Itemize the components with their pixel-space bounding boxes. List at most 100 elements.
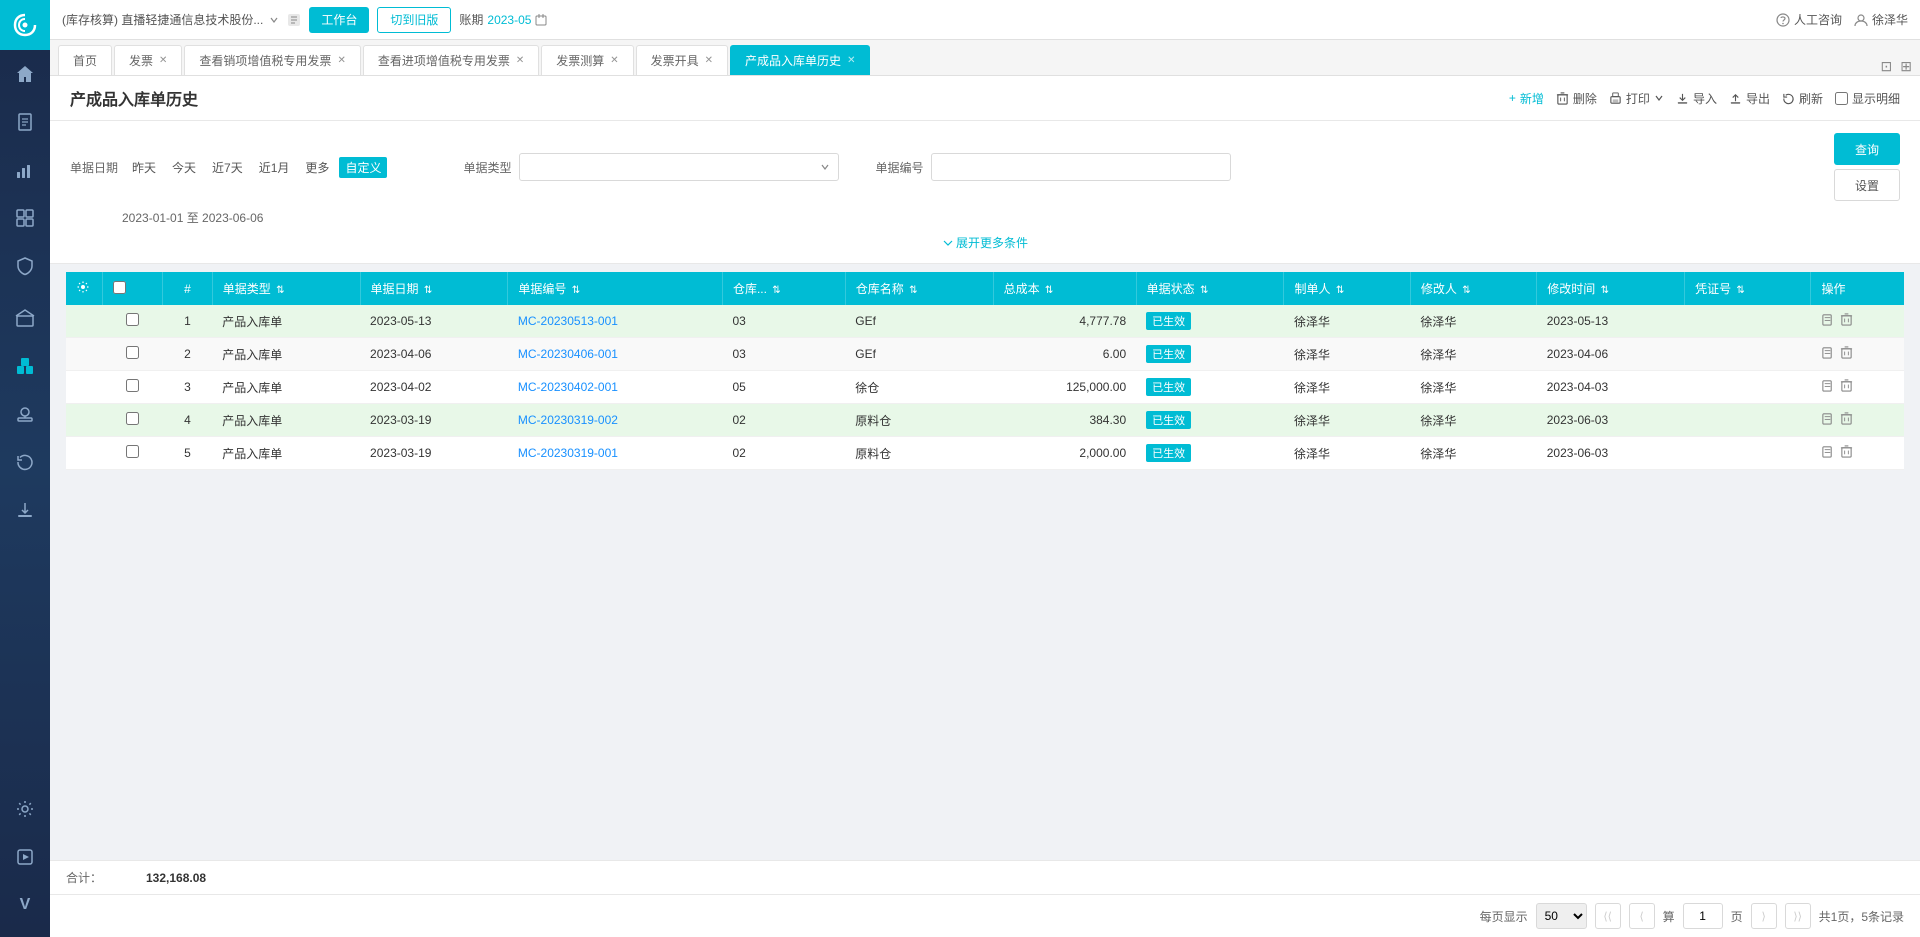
- row-edit-icon[interactable]: [1821, 445, 1834, 461]
- sidebar-item-grid[interactable]: [0, 194, 50, 242]
- row-number-link[interactable]: MC-20230406-001: [518, 347, 618, 361]
- tab-maximize-icon[interactable]: ⊞: [1900, 58, 1912, 75]
- type-select[interactable]: [519, 153, 839, 181]
- display-toggle-checkbox[interactable]: [1835, 92, 1848, 105]
- date-btn-yesterday[interactable]: 昨天: [126, 157, 162, 178]
- tab-input-vat[interactable]: 查看进项增值税专用发票 ✕: [363, 45, 539, 75]
- select-all-checkbox[interactable]: [113, 281, 126, 294]
- th-type[interactable]: 单据类型 ⇅: [212, 272, 360, 305]
- th-settings[interactable]: [66, 272, 102, 305]
- row-settings[interactable]: [66, 338, 102, 371]
- query-button[interactable]: 查询: [1834, 133, 1900, 165]
- row-edit-icon[interactable]: [1821, 313, 1834, 329]
- page-first-button[interactable]: ⟨⟨: [1595, 903, 1621, 929]
- row-number-link[interactable]: MC-20230513-001: [518, 314, 618, 328]
- tab-sales-vat[interactable]: 查看销项增值税专用发票 ✕: [184, 45, 360, 75]
- row-delete-icon[interactable]: [1840, 412, 1853, 428]
- tab-invoice[interactable]: 发票 ✕: [114, 45, 182, 75]
- tab-input-vat-close[interactable]: ✕: [516, 55, 524, 66]
- row-number[interactable]: MC-20230402-001: [508, 371, 723, 404]
- th-warehouse-name[interactable]: 仓库名称 ⇅: [845, 272, 993, 305]
- sidebar-item-warehouse[interactable]: [0, 294, 50, 342]
- workspace-button[interactable]: 工作台: [309, 7, 369, 33]
- tab-invoice-calc-close[interactable]: ✕: [610, 55, 618, 66]
- row-settings[interactable]: [66, 437, 102, 470]
- tab-invoice-open-close[interactable]: ✕: [705, 55, 713, 66]
- row-edit-icon[interactable]: [1821, 346, 1834, 362]
- sidebar-item-v[interactable]: V: [0, 881, 50, 929]
- row-checkbox[interactable]: [102, 338, 163, 371]
- page-size-select[interactable]: 50 20 100: [1536, 903, 1587, 929]
- tab-minimize-icon[interactable]: ⊡: [1881, 58, 1893, 75]
- set-button[interactable]: 设置: [1834, 169, 1900, 201]
- sidebar-item-stamp[interactable]: [0, 390, 50, 438]
- date-btn-today[interactable]: 今天: [166, 157, 202, 178]
- tab-product-in[interactable]: 产成品入库单历史 ✕: [730, 45, 870, 75]
- tab-invoice-open[interactable]: 发票开具 ✕: [636, 45, 728, 75]
- row-number[interactable]: MC-20230513-001: [508, 305, 723, 338]
- row-edit-icon[interactable]: [1821, 379, 1834, 395]
- date-btn-1month[interactable]: 近1月: [253, 157, 296, 178]
- support-item[interactable]: 人工咨询: [1776, 11, 1842, 28]
- date-btn-7days[interactable]: 近7天: [206, 157, 249, 178]
- sidebar-item-shield[interactable]: [0, 242, 50, 290]
- tab-home[interactable]: 首页: [58, 45, 112, 75]
- export-button[interactable]: 导出: [1729, 90, 1770, 107]
- sidebar-item-chart[interactable]: [0, 146, 50, 194]
- sidebar-item-refresh[interactable]: [0, 438, 50, 486]
- row-checkbox[interactable]: [102, 305, 163, 338]
- th-total-cost[interactable]: 总成本 ⇅: [993, 272, 1136, 305]
- th-warehouse-code[interactable]: 仓库... ⇅: [722, 272, 845, 305]
- th-creator[interactable]: 制单人 ⇅: [1284, 272, 1410, 305]
- refresh-button[interactable]: 刷新: [1782, 90, 1823, 107]
- row-number-link[interactable]: MC-20230319-002: [518, 413, 618, 427]
- th-date[interactable]: 单据日期 ⇅: [360, 272, 508, 305]
- display-toggle[interactable]: 显示明细: [1835, 90, 1900, 107]
- row-checkbox[interactable]: [102, 371, 163, 404]
- row-settings[interactable]: [66, 371, 102, 404]
- tab-invoice-close[interactable]: ✕: [159, 55, 167, 66]
- row-number[interactable]: MC-20230406-001: [508, 338, 723, 371]
- th-status[interactable]: 单据状态 ⇅: [1136, 272, 1284, 305]
- th-checkbox[interactable]: [102, 272, 163, 305]
- row-number-link[interactable]: MC-20230319-001: [518, 446, 618, 460]
- th-number[interactable]: 单据编号 ⇅: [508, 272, 723, 305]
- tab-sales-vat-close[interactable]: ✕: [337, 55, 345, 66]
- print-button[interactable]: 打印: [1609, 90, 1664, 107]
- switch-version-button[interactable]: 切到旧版: [377, 7, 451, 33]
- date-btn-more[interactable]: 更多: [299, 157, 335, 178]
- row-settings[interactable]: [66, 404, 102, 437]
- row-edit-icon[interactable]: [1821, 412, 1834, 428]
- page-next-button[interactable]: ⟩: [1751, 903, 1777, 929]
- th-voucher[interactable]: 凭证号 ⇅: [1685, 272, 1811, 305]
- row-delete-icon[interactable]: [1840, 346, 1853, 362]
- import-button[interactable]: 导入: [1676, 90, 1717, 107]
- row-settings[interactable]: [66, 305, 102, 338]
- page-last-button[interactable]: ⟩⟩: [1785, 903, 1811, 929]
- row-number[interactable]: MC-20230319-001: [508, 437, 723, 470]
- user-item[interactable]: 徐泽华: [1854, 11, 1908, 28]
- sidebar-item-gear[interactable]: [0, 785, 50, 833]
- page-number-input[interactable]: [1683, 903, 1723, 929]
- row-delete-icon[interactable]: [1840, 313, 1853, 329]
- row-number[interactable]: MC-20230319-002: [508, 404, 723, 437]
- new-button[interactable]: + 新增: [1509, 90, 1544, 107]
- sidebar-item-download[interactable]: [0, 486, 50, 534]
- row-checkbox[interactable]: [102, 437, 163, 470]
- row-delete-icon[interactable]: [1840, 379, 1853, 395]
- sidebar-item-play[interactable]: [0, 833, 50, 881]
- th-modify-time[interactable]: 修改时间 ⇅: [1537, 272, 1685, 305]
- delete-button[interactable]: 删除: [1556, 90, 1597, 107]
- th-modifier[interactable]: 修改人 ⇅: [1410, 272, 1536, 305]
- number-input[interactable]: [931, 153, 1231, 181]
- tab-invoice-calc[interactable]: 发票测算 ✕: [541, 45, 633, 75]
- row-checkbox[interactable]: [102, 404, 163, 437]
- sidebar-item-boxes[interactable]: [0, 342, 50, 390]
- tab-product-in-close[interactable]: ✕: [847, 55, 855, 66]
- sidebar-item-document[interactable]: [0, 98, 50, 146]
- sidebar-item-home[interactable]: [0, 50, 50, 98]
- date-btn-custom[interactable]: 自定义: [339, 157, 387, 178]
- page-prev-button[interactable]: ⟨: [1629, 903, 1655, 929]
- row-number-link[interactable]: MC-20230402-001: [518, 380, 618, 394]
- row-delete-icon[interactable]: [1840, 445, 1853, 461]
